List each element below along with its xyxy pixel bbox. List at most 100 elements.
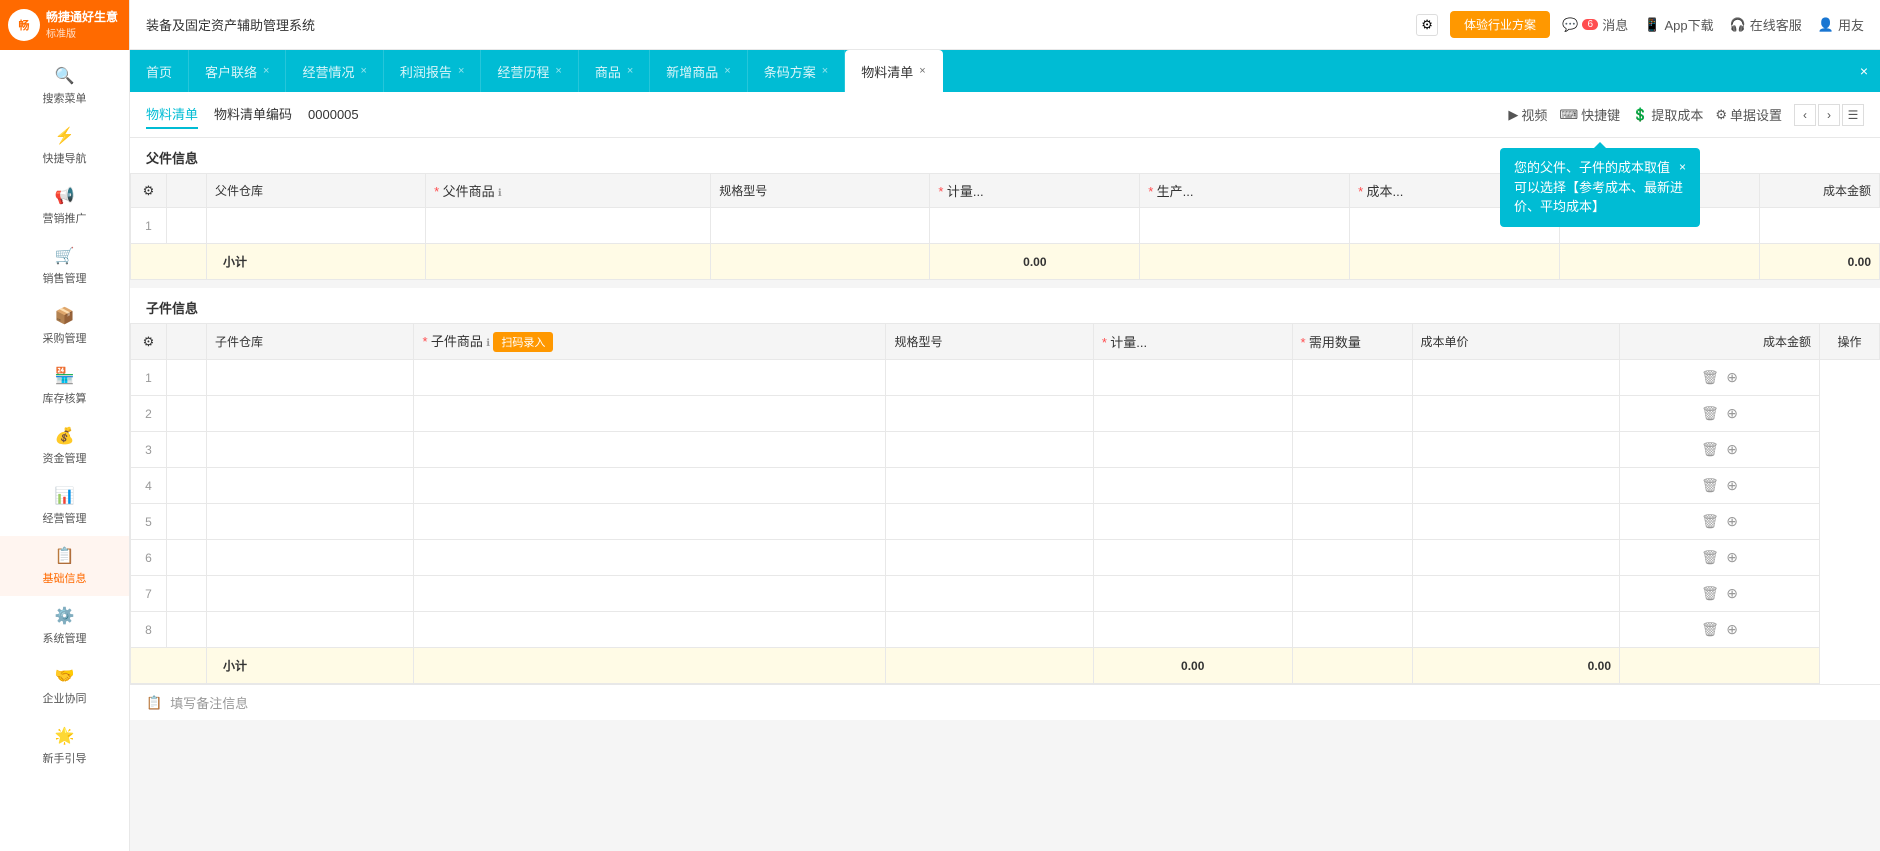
child-row-spec-8[interactable] (414, 612, 886, 648)
message-action[interactable]: 💬 6 消息 (1562, 15, 1628, 34)
page-close-button[interactable]: × (1848, 63, 1880, 79)
delete-icon-4[interactable]: 🗑 (1701, 477, 1719, 493)
tab-barcode-close[interactable]: × (822, 65, 828, 77)
sidebar-item-system[interactable]: ⚙️ 系统管理 (0, 596, 129, 656)
copy-icon-7[interactable]: ⊕ (1726, 585, 1738, 601)
sidebar-item-marketing[interactable]: 📢 营销推广 (0, 176, 129, 236)
copy-icon-4[interactable]: ⊕ (1726, 477, 1738, 493)
tab-customers[interactable]: 客户联络 × (189, 50, 286, 92)
tab-profit[interactable]: 利润报告 × (384, 50, 481, 92)
child-row-goods-1[interactable] (207, 360, 414, 396)
parent-row-production[interactable] (930, 208, 1140, 244)
sidebar-item-search[interactable]: 🔍 搜索菜单 (0, 56, 129, 116)
parent-row-goods[interactable] (207, 208, 426, 244)
parent-row-unit[interactable] (711, 208, 930, 244)
delete-icon-2[interactable]: 🗑 (1701, 405, 1719, 421)
child-row-spec-6[interactable] (414, 540, 886, 576)
child-row-goods-7[interactable] (207, 576, 414, 612)
copy-icon-2[interactable]: ⊕ (1726, 405, 1738, 421)
tab-goods-close[interactable]: × (627, 65, 633, 77)
child-row-goods-3[interactable] (207, 432, 414, 468)
next-arrow[interactable]: › (1818, 104, 1840, 126)
child-row-warehouse-4[interactable] (167, 468, 207, 504)
child-row-goods-5[interactable] (207, 504, 414, 540)
copy-icon-3[interactable]: ⊕ (1726, 441, 1738, 457)
scan-button[interactable]: 扫码录入 (493, 332, 553, 352)
child-row-cost-unit-6[interactable] (1292, 540, 1412, 576)
sidebar-item-inventory[interactable]: 🏪 库存核算 (0, 356, 129, 416)
child-row-req-qty-6[interactable] (1093, 540, 1292, 576)
single-settings-action[interactable]: ⚙ 单据设置 (1715, 105, 1782, 124)
shortcut-action[interactable]: ⌨ 快捷键 (1559, 105, 1620, 124)
child-row-spec-7[interactable] (414, 576, 886, 612)
sidebar-item-enterprise[interactable]: 🤝 企业协同 (0, 656, 129, 716)
delete-icon-6[interactable]: 🗑 (1701, 549, 1719, 565)
tab-operations-close[interactable]: × (360, 65, 366, 77)
tab-operations[interactable]: 经营情况 × (286, 50, 383, 92)
sidebar-item-operations[interactable]: 📊 经营管理 (0, 476, 129, 536)
child-row-cost-unit-5[interactable] (1292, 504, 1412, 540)
tab-barcode[interactable]: 条码方案 × (748, 50, 845, 92)
child-row-goods-6[interactable] (207, 540, 414, 576)
parent-row-cost[interactable] (1140, 208, 1350, 244)
child-row-req-qty-1[interactable] (1093, 360, 1292, 396)
child-row-warehouse-8[interactable] (167, 612, 207, 648)
tab-bom-close[interactable]: × (919, 65, 925, 77)
copy-icon-6[interactable]: ⊕ (1726, 549, 1738, 565)
tab-goods[interactable]: 商品 × (579, 50, 650, 92)
delete-icon-1[interactable]: 🗑 (1701, 369, 1719, 385)
extract-cost-action[interactable]: 💲 提取成本 (1632, 105, 1703, 124)
app-download-action[interactable]: 📱 App下载 (1644, 15, 1713, 34)
child-row-cost-unit-8[interactable] (1292, 612, 1412, 648)
sub-tab-bom-list[interactable]: 物料清单 (146, 100, 198, 129)
child-row-unit-4[interactable] (886, 468, 1093, 504)
child-row-spec-3[interactable] (414, 432, 886, 468)
child-row-warehouse-1[interactable] (167, 360, 207, 396)
copy-icon-1[interactable]: ⊕ (1726, 369, 1738, 385)
child-row-spec-2[interactable] (414, 396, 886, 432)
child-row-unit-3[interactable] (886, 432, 1093, 468)
parent-row-warehouse[interactable] (167, 208, 207, 244)
settings-icon[interactable]: ⚙ (1416, 14, 1438, 36)
child-row-req-qty-8[interactable] (1093, 612, 1292, 648)
delete-icon-7[interactable]: 🗑 (1701, 585, 1719, 601)
sub-tab-bom-code[interactable]: 物料清单编码 (214, 100, 292, 129)
child-row-cost-unit-1[interactable] (1292, 360, 1412, 396)
delete-icon-8[interactable]: 🗑 (1701, 621, 1719, 637)
child-row-unit-2[interactable] (886, 396, 1093, 432)
online-service-action[interactable]: 🎧 在线客服 (1730, 15, 1802, 34)
child-row-warehouse-5[interactable] (167, 504, 207, 540)
child-row-unit-1[interactable] (886, 360, 1093, 396)
delete-icon-3[interactable]: 🗑 (1701, 441, 1719, 457)
tab-new-goods[interactable]: 新增商品 × (650, 50, 747, 92)
sidebar-item-quick-nav[interactable]: ⚡ 快捷导航 (0, 116, 129, 176)
prev-arrow[interactable]: ‹ (1794, 104, 1816, 126)
child-row-req-qty-2[interactable] (1093, 396, 1292, 432)
child-row-goods-2[interactable] (207, 396, 414, 432)
view-action[interactable]: ▶ 视频 (1508, 105, 1547, 124)
child-row-req-qty-3[interactable] (1093, 432, 1292, 468)
sidebar-item-sales[interactable]: 🛒 销售管理 (0, 236, 129, 296)
child-row-unit-6[interactable] (886, 540, 1093, 576)
copy-icon-8[interactable]: ⊕ (1726, 621, 1738, 637)
user-action[interactable]: 👤 用友 (1818, 15, 1864, 34)
tab-profit-close[interactable]: × (458, 65, 464, 77)
child-row-goods-4[interactable] (207, 468, 414, 504)
tab-home[interactable]: 首页 (130, 50, 189, 92)
child-row-req-qty-5[interactable] (1093, 504, 1292, 540)
parent-th-settings[interactable]: ⚙ (131, 174, 167, 208)
child-row-goods-8[interactable] (207, 612, 414, 648)
child-th-settings[interactable]: ⚙ (131, 324, 167, 360)
tab-history[interactable]: 经营历程 × (481, 50, 578, 92)
tab-customers-close[interactable]: × (263, 65, 269, 77)
child-row-spec-1[interactable] (414, 360, 886, 396)
tooltip-close[interactable]: × (1679, 158, 1686, 176)
child-row-req-qty-4[interactable] (1093, 468, 1292, 504)
child-row-cost-unit-2[interactable] (1292, 396, 1412, 432)
sidebar-item-basic-info[interactable]: 📋 基础信息 (0, 536, 129, 596)
child-row-warehouse-7[interactable] (167, 576, 207, 612)
tab-history-close[interactable]: × (555, 65, 561, 77)
tab-bom[interactable]: 物料清单 × (845, 50, 942, 92)
child-row-unit-8[interactable] (886, 612, 1093, 648)
tab-new-goods-close[interactable]: × (724, 65, 730, 77)
